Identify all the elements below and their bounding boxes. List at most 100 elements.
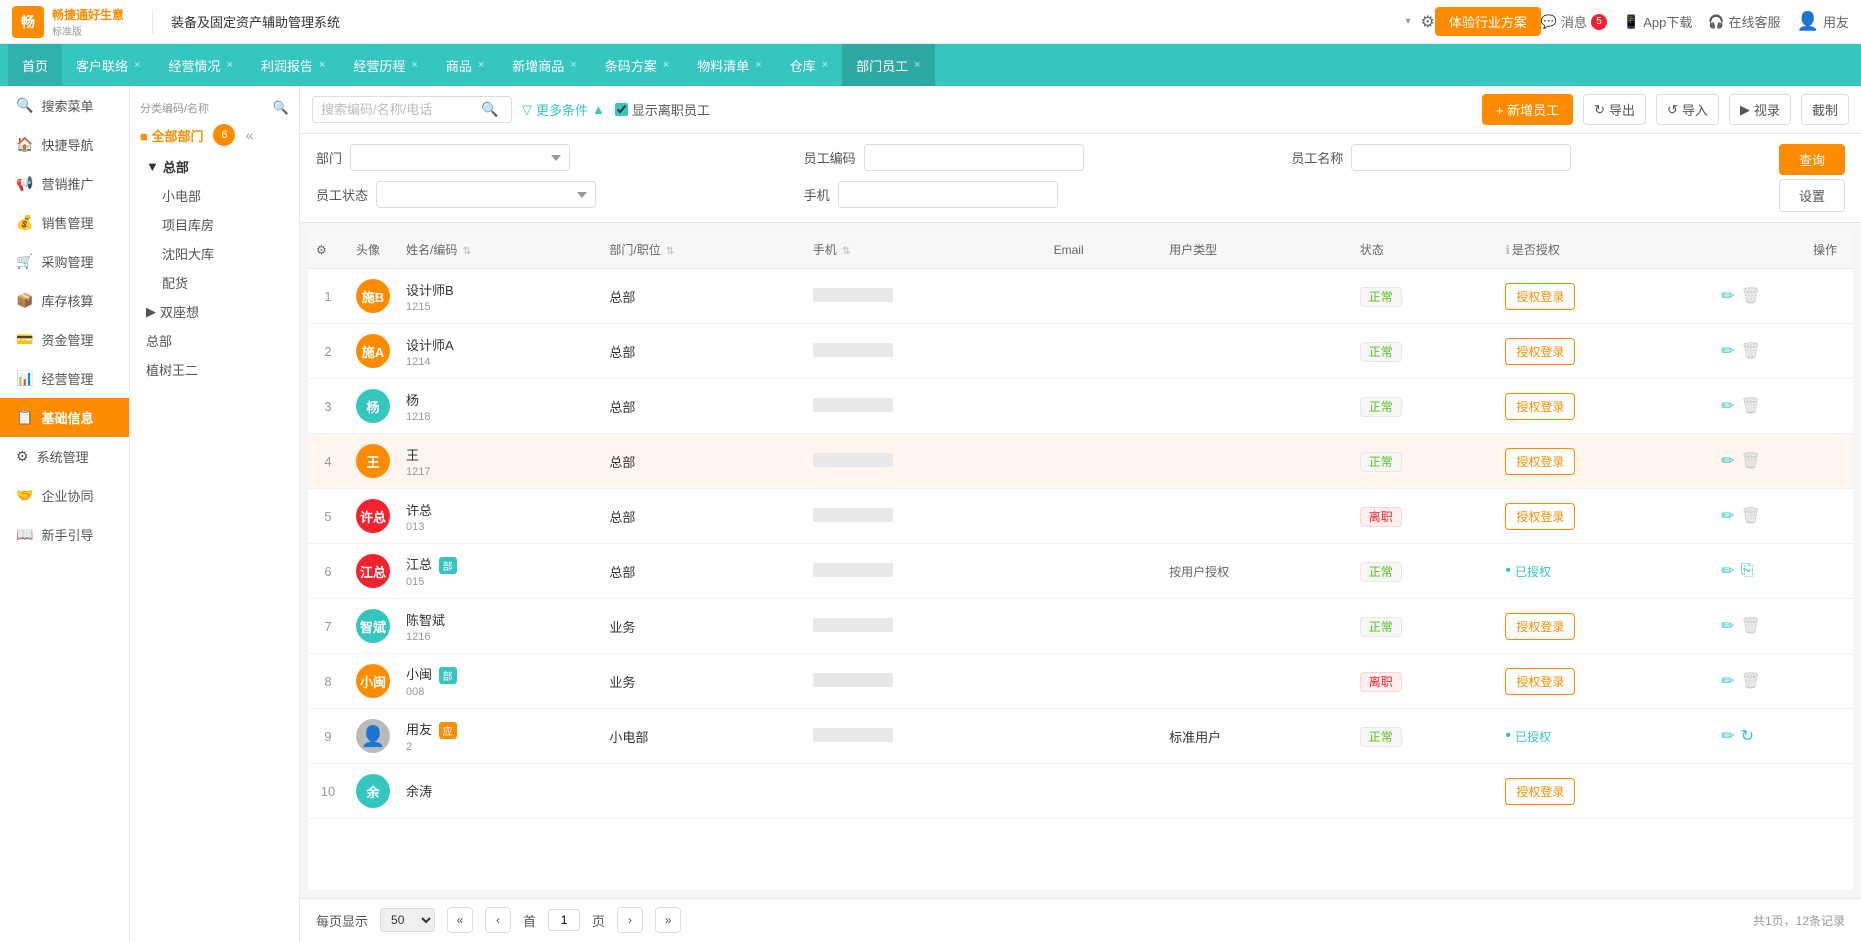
dept-node-zongbu-group[interactable]: ▼ 总部 <box>138 152 291 181</box>
filter-more-btn[interactable]: ▽ 更多条件 ▲ <box>522 100 605 119</box>
nav-item-add-goods[interactable]: 新增商品 × <box>498 44 590 86</box>
edit-icon[interactable]: ✏ <box>1721 506 1734 526</box>
copy-icon[interactable]: ⎘ <box>1741 562 1754 580</box>
close-icon[interactable]: × <box>478 59 484 71</box>
export-btn[interactable]: ↻ 导出 <box>1583 94 1646 125</box>
nav-item-operation[interactable]: 经营情况 × <box>154 44 246 86</box>
dept-collapse-btn[interactable]: « <box>239 125 259 145</box>
message-btn[interactable]: 💬 消息 5 <box>1541 12 1607 31</box>
sidebar-item-search[interactable]: 🔍 搜索菜单 <box>0 86 129 125</box>
col-settings[interactable]: ⚙ <box>308 231 348 269</box>
delete-icon[interactable]: 🗑 <box>1741 671 1761 691</box>
auth-btn[interactable]: 授权登录 <box>1505 283 1575 310</box>
sidebar-item-inventory[interactable]: 📦 库存核算 <box>0 281 129 320</box>
nav-item-profit[interactable]: 利润报告 × <box>247 44 339 86</box>
auth-btn[interactable]: 授权登录 <box>1505 338 1575 365</box>
dept-add-icon[interactable]: 6 <box>213 124 235 146</box>
close-icon[interactable]: × <box>226 59 232 71</box>
dept-node-shuangzuo[interactable]: ▶ 双座想 <box>138 297 291 326</box>
view-btn[interactable]: ▶ 视录 <box>1729 94 1791 125</box>
search-input-wrap[interactable]: 🔍 <box>312 96 512 123</box>
dept-node-peihuo[interactable]: 配货 <box>154 268 291 297</box>
more-btn[interactable]: 截制 <box>1801 94 1849 125</box>
auth-btn[interactable]: 授权登录 <box>1505 778 1575 805</box>
nav-item-home[interactable]: 首页 <box>8 44 62 86</box>
system-dropdown-icon[interactable]: ▾ <box>1405 16 1410 27</box>
search-input[interactable] <box>321 102 481 117</box>
delete-icon[interactable]: 🗑 <box>1741 341 1761 361</box>
auth-btn[interactable]: 授权登录 <box>1505 503 1575 530</box>
nav-item-goods[interactable]: 商品 × <box>432 44 498 86</box>
dept-node-project[interactable]: 项目库房 <box>154 210 291 239</box>
app-download-btn[interactable]: 📱 App下载 <box>1623 12 1692 31</box>
edit-icon[interactable]: ✏ <box>1721 616 1734 636</box>
delete-icon[interactable]: 🗑 <box>1741 286 1761 306</box>
edit-icon[interactable]: ✏ <box>1721 726 1734 746</box>
edit-icon[interactable]: ✏ <box>1721 286 1734 306</box>
close-icon[interactable]: × <box>822 59 828 71</box>
first-page-btn[interactable]: « <box>447 907 473 933</box>
emp-name-input[interactable] <box>1351 144 1571 171</box>
sidebar-item-collab[interactable]: 🤝 企业协同 <box>0 476 129 515</box>
sidebar-item-nav[interactable]: 🏠 快捷导航 <box>0 125 129 164</box>
edit-icon[interactable]: ✏ <box>1721 671 1734 691</box>
auth-btn[interactable]: 授权登录 <box>1505 448 1575 475</box>
delete-icon[interactable]: 🗑 <box>1741 506 1761 526</box>
dept-node-xiaodian[interactable]: 小电部 <box>154 181 291 210</box>
delete-icon[interactable]: 🗑 <box>1741 616 1761 636</box>
user-btn[interactable]: 👤 用友 <box>1797 11 1849 32</box>
close-icon[interactable]: × <box>663 59 669 71</box>
nav-item-history[interactable]: 经营历程 × <box>339 44 431 86</box>
dept-select[interactable] <box>350 144 570 171</box>
last-page-btn[interactable]: » <box>655 907 681 933</box>
delete-icon[interactable]: 🗑 <box>1741 396 1761 416</box>
dept-all-label[interactable]: ■ 全部部门 <box>140 126 203 145</box>
sidebar-item-basic-info[interactable]: 📋 基础信息 <box>0 398 129 437</box>
prev-page-btn[interactable]: ‹ <box>485 907 511 933</box>
search-dept-icon[interactable]: 🔍 <box>273 100 289 116</box>
sidebar-item-finance[interactable]: 💳 资金管理 <box>0 320 129 359</box>
dept-node-zongbu[interactable]: 总部 <box>138 326 291 355</box>
nav-item-warehouse[interactable]: 仓库 × <box>776 44 842 86</box>
search-submit-icon[interactable]: 🔍 <box>481 101 498 118</box>
delete-icon[interactable]: 🗑 <box>1741 451 1761 471</box>
close-icon[interactable]: × <box>570 59 576 71</box>
sidebar-item-system[interactable]: ⚙ 系统管理 <box>0 437 129 476</box>
show-ex-checkbox[interactable] <box>615 103 628 116</box>
auth-btn[interactable]: 授权登录 <box>1505 393 1575 420</box>
nav-item-barcode[interactable]: 条码方案 × <box>591 44 683 86</box>
import-btn[interactable]: ↺ 导入 <box>1656 94 1719 125</box>
auth-btn[interactable]: 授权登录 <box>1505 668 1575 695</box>
nav-item-customer[interactable]: 客户联络 × <box>62 44 154 86</box>
sidebar-item-sales[interactable]: 💰 销售管理 <box>0 203 129 242</box>
sidebar-item-management[interactable]: 📊 经营管理 <box>0 359 129 398</box>
query-button[interactable]: 查询 <box>1779 144 1845 175</box>
sidebar-item-marketing[interactable]: 📢 营销推广 <box>0 164 129 203</box>
close-icon[interactable]: × <box>411 59 417 71</box>
nav-item-dept-employee[interactable]: 部门员工 × <box>842 44 934 86</box>
close-icon[interactable]: × <box>755 59 761 71</box>
status-select[interactable] <box>376 181 596 208</box>
add-employee-btn[interactable]: + 新增员工 <box>1482 94 1573 125</box>
nav-item-bom[interactable]: 物料清单 × <box>683 44 775 86</box>
refresh-icon[interactable]: ↻ <box>1741 726 1754 746</box>
settings-button[interactable]: 设置 <box>1779 179 1845 212</box>
col-phone[interactable]: 手机 ⇅ <box>805 231 1046 269</box>
edit-icon[interactable]: ✏ <box>1721 561 1734 581</box>
close-icon[interactable]: × <box>134 59 140 71</box>
close-icon[interactable]: × <box>914 59 920 71</box>
col-name[interactable]: 姓名/编码 ⇅ <box>398 231 601 269</box>
settings-icon[interactable]: ⚙ <box>1420 12 1434 32</box>
phone-input[interactable] <box>838 181 1058 208</box>
edit-icon[interactable]: ✏ <box>1721 451 1734 471</box>
col-dept[interactable]: 部门/职位 ⇅ <box>601 231 804 269</box>
page-size-select[interactable]: 50 20 100 <box>380 908 435 932</box>
dept-node-zhishu[interactable]: 植树王二 <box>138 355 291 384</box>
trial-button[interactable]: 体验行业方案 <box>1435 7 1541 36</box>
service-btn[interactable]: 🎧 在线客服 <box>1708 12 1780 31</box>
close-icon[interactable]: × <box>319 59 325 71</box>
next-page-btn[interactable]: › <box>617 907 643 933</box>
sidebar-item-purchase[interactable]: 🛒 采购管理 <box>0 242 129 281</box>
emp-code-input[interactable] <box>864 144 1084 171</box>
dept-node-shenyang[interactable]: 沈阳大库 <box>154 239 291 268</box>
